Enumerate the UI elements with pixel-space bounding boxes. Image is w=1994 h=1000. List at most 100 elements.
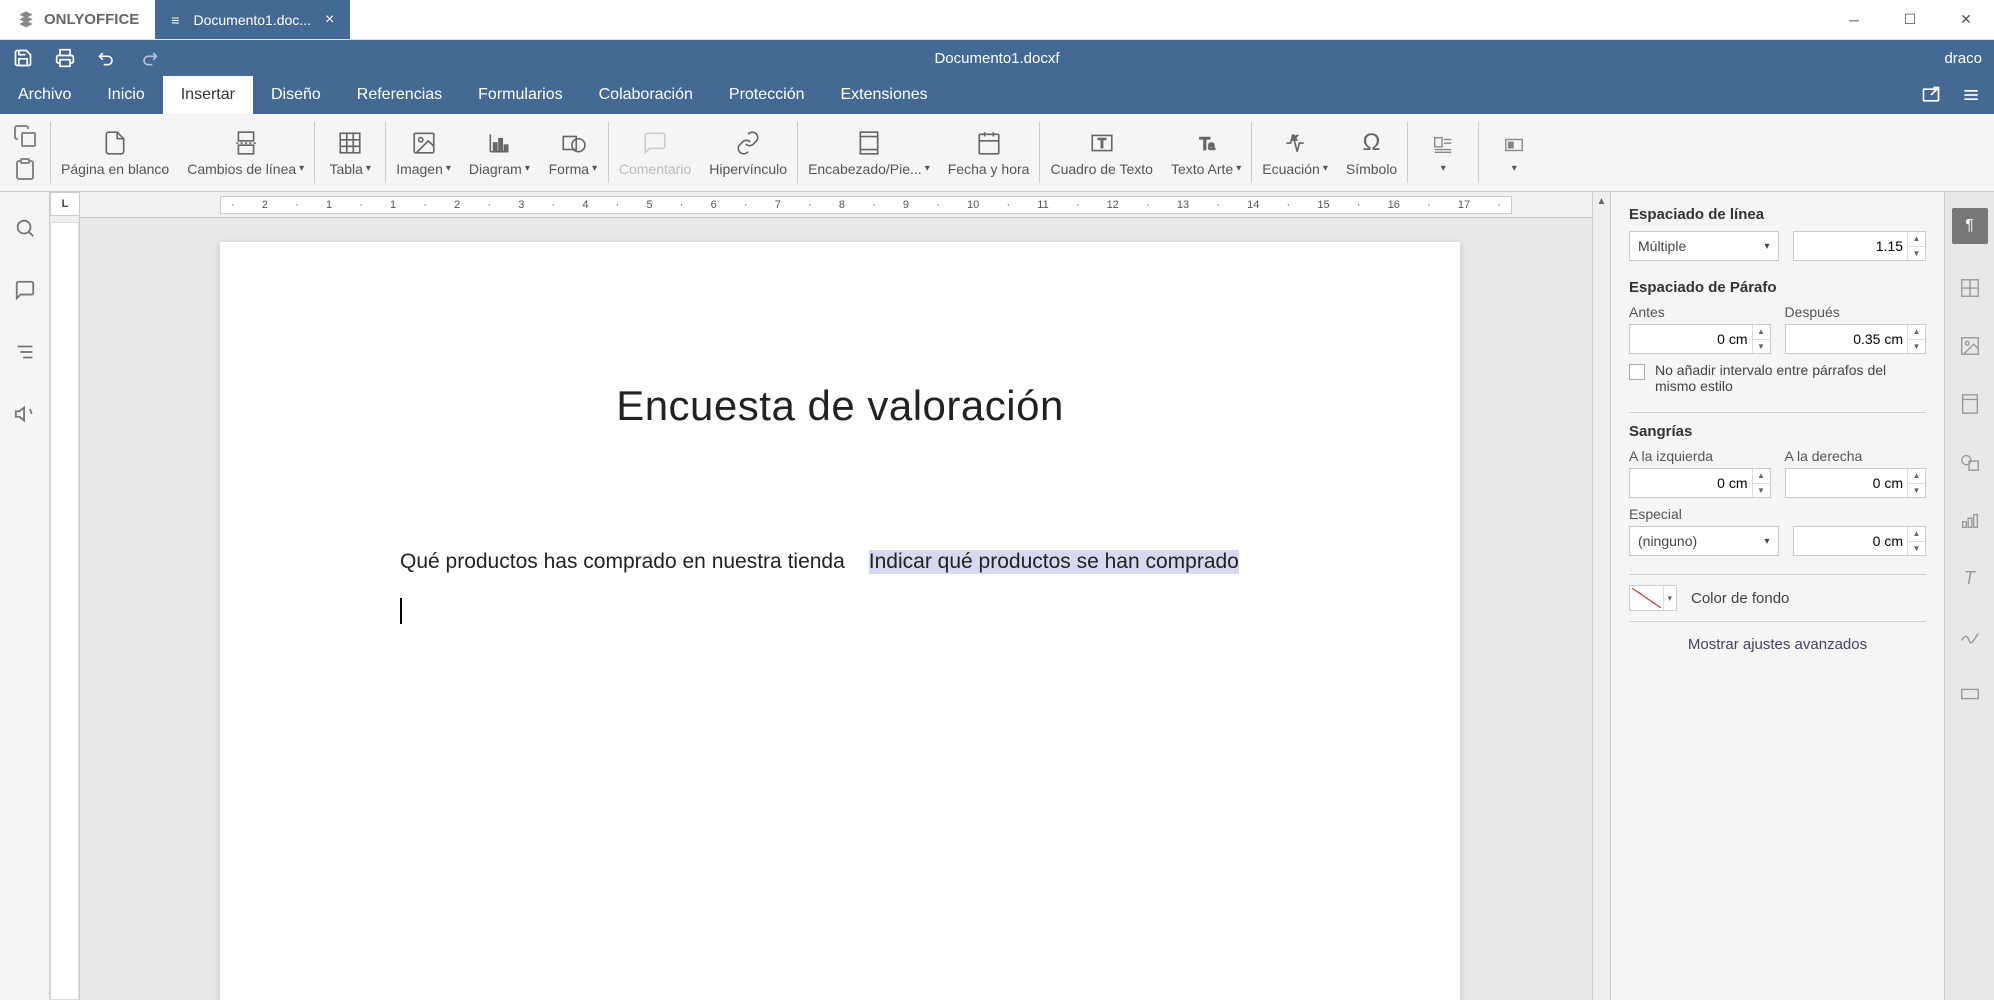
view-settings-icon[interactable] xyxy=(1960,84,1982,106)
svg-text:a: a xyxy=(1208,138,1215,152)
date-time-button[interactable]: Fecha y hora xyxy=(948,129,1030,177)
headings-panel-icon[interactable] xyxy=(13,340,37,364)
spinner-down-icon[interactable]: ▼ xyxy=(1908,542,1925,556)
breaks-button[interactable]: Cambios de línea▾ xyxy=(187,129,304,177)
blank-page-button[interactable]: Página en blanco xyxy=(61,129,169,177)
special-label: Especial xyxy=(1629,506,1926,522)
user-name[interactable]: draco xyxy=(1944,50,1982,67)
image-button[interactable]: Imagen▾ xyxy=(396,129,451,177)
text-art-button[interactable]: Ta Texto Arte▾ xyxy=(1171,129,1241,177)
close-window-button[interactable]: ✕ xyxy=(1938,0,1994,40)
spinner-up-icon[interactable]: ▲ xyxy=(1753,325,1770,340)
spinner-down-icon[interactable]: ▼ xyxy=(1908,247,1925,261)
background-color-picker[interactable]: ▾ xyxy=(1629,585,1677,611)
form-settings-icon[interactable] xyxy=(1956,680,1984,708)
shape-settings-icon[interactable] xyxy=(1956,448,1984,476)
content-control-icon xyxy=(1500,131,1528,159)
line-spacing-mode-select[interactable]: Múltiple ▾ xyxy=(1629,231,1779,261)
page-break-icon xyxy=(232,129,260,157)
menu-insertar[interactable]: Insertar xyxy=(163,76,253,114)
feedback-icon[interactable] xyxy=(13,402,37,426)
spinner-down-icon[interactable]: ▼ xyxy=(1908,484,1925,498)
undo-button[interactable] xyxy=(96,47,118,69)
document-heading[interactable]: Encuesta de valoración xyxy=(400,382,1280,430)
chevron-down-icon: ▾ xyxy=(446,163,451,174)
document-paragraph[interactable]: Qué productos has comprado en nuestra ti… xyxy=(400,550,1280,574)
spacing-after-input[interactable]: ▲▼ xyxy=(1785,324,1927,354)
text-box-button[interactable]: T Cuadro de Texto xyxy=(1050,129,1152,177)
quick-access-bar: Documento1.docxf draco xyxy=(0,40,1994,76)
spinner-up-icon[interactable]: ▲ xyxy=(1908,232,1925,247)
document-tab[interactable]: ≡ Documento1.doc... × xyxy=(155,0,350,39)
chevron-down-icon: ▾ xyxy=(1764,241,1769,252)
redo-button[interactable] xyxy=(138,47,160,69)
tab-selector[interactable]: L xyxy=(50,192,80,216)
spinner-down-icon[interactable]: ▼ xyxy=(1753,484,1770,498)
comments-panel-icon[interactable] xyxy=(13,278,37,302)
spinner-up-icon[interactable]: ▲ xyxy=(1908,527,1925,542)
chart-settings-icon[interactable] xyxy=(1956,506,1984,534)
header-footer-button[interactable]: Encabezado/Pie...▾ xyxy=(808,129,930,177)
menu-diseno[interactable]: Diseño xyxy=(253,76,339,114)
chevron-down-icon: ▾ xyxy=(1441,163,1446,174)
no-interval-checkbox[interactable] xyxy=(1629,364,1645,380)
shape-button[interactable]: Forma▾ xyxy=(548,129,598,177)
menu-extensiones[interactable]: Extensiones xyxy=(823,76,946,114)
horizontal-ruler[interactable]: ·2·1· 1·2·3· 4·5·6· 7·8·9· 10·11·12· 13·… xyxy=(80,192,1592,218)
menu-proteccion[interactable]: Protección xyxy=(711,76,823,114)
document-page[interactable]: Encuesta de valoración Qué productos has… xyxy=(220,242,1460,1000)
menu-referencias[interactable]: Referencias xyxy=(339,76,460,114)
advanced-settings-link[interactable]: Mostrar ajustes avanzados xyxy=(1629,636,1926,653)
spacing-before-input[interactable]: ▲▼ xyxy=(1629,324,1771,354)
scroll-up-icon[interactable]: ▲ xyxy=(1593,192,1610,210)
indent-right-input[interactable]: ▲▼ xyxy=(1785,468,1927,498)
indent-left-input[interactable]: ▲▼ xyxy=(1629,468,1771,498)
paste-icon[interactable] xyxy=(13,157,37,181)
document-title: Documento1.docxf xyxy=(934,50,1059,67)
spinner-up-icon[interactable]: ▲ xyxy=(1908,325,1925,340)
menu-archivo[interactable]: Archivo xyxy=(0,76,89,114)
menu-formularios[interactable]: Formularios xyxy=(460,76,580,114)
paragraph-settings-icon[interactable]: ¶ xyxy=(1952,208,1988,244)
special-indent-select[interactable]: (ninguno) ▾ xyxy=(1629,526,1779,556)
menu-inicio[interactable]: Inicio xyxy=(89,76,162,114)
special-indent-value-input[interactable]: ▲▼ xyxy=(1793,526,1927,556)
controls-button[interactable]: ▾ xyxy=(1489,131,1539,174)
signature-settings-icon[interactable] xyxy=(1956,622,1984,650)
indent-left-label: A la izquierda xyxy=(1629,448,1771,464)
spinner-down-icon[interactable]: ▼ xyxy=(1753,340,1770,354)
vertical-scrollbar[interactable]: ▲ xyxy=(1592,192,1610,1000)
print-button[interactable] xyxy=(54,47,76,69)
menu-colaboracion[interactable]: Colaboración xyxy=(581,76,711,114)
dropcap-button[interactable]: ▾ xyxy=(1418,131,1468,174)
save-button[interactable] xyxy=(12,47,34,69)
diagram-button[interactable]: Diagram▾ xyxy=(469,129,530,177)
close-tab-icon[interactable]: × xyxy=(325,11,334,29)
hyperlink-button[interactable]: Hipervínculo xyxy=(709,129,787,177)
spinner-down-icon[interactable]: ▼ xyxy=(1908,340,1925,354)
minimize-button[interactable]: ─ xyxy=(1826,0,1882,40)
symbol-button[interactable]: Ω Símbolo xyxy=(1346,129,1397,177)
maximize-button[interactable]: ☐ xyxy=(1882,0,1938,40)
spinner-up-icon[interactable]: ▲ xyxy=(1753,469,1770,484)
equation-button[interactable]: x Ecuación▾ xyxy=(1262,129,1328,177)
copy-icon[interactable] xyxy=(13,124,37,148)
chevron-down-icon: ▾ xyxy=(1512,163,1517,174)
chevron-down-icon: ▾ xyxy=(592,163,597,174)
onlyoffice-logo-icon xyxy=(16,10,36,30)
text-art-settings-icon[interactable]: T xyxy=(1956,564,1984,592)
text-art-icon: Ta xyxy=(1192,129,1220,157)
right-sidebar: ¶ T xyxy=(1944,192,1994,1000)
chevron-down-icon: ▾ xyxy=(366,163,371,174)
header-footer-settings-icon[interactable] xyxy=(1956,390,1984,418)
table-button[interactable]: Tabla▾ xyxy=(325,129,375,177)
open-location-icon[interactable] xyxy=(1920,84,1942,106)
form-field-placeholder[interactable]: Indicar qué productos se han comprado xyxy=(869,550,1239,574)
vertical-ruler[interactable]: L xyxy=(50,192,80,1000)
image-settings-icon[interactable] xyxy=(1956,332,1984,360)
question-text[interactable]: Qué productos has comprado en nuestra ti… xyxy=(400,550,845,574)
line-spacing-value-input[interactable]: ▲▼ xyxy=(1793,231,1927,261)
search-icon[interactable] xyxy=(13,216,37,240)
table-settings-icon[interactable] xyxy=(1956,274,1984,302)
spinner-up-icon[interactable]: ▲ xyxy=(1908,469,1925,484)
